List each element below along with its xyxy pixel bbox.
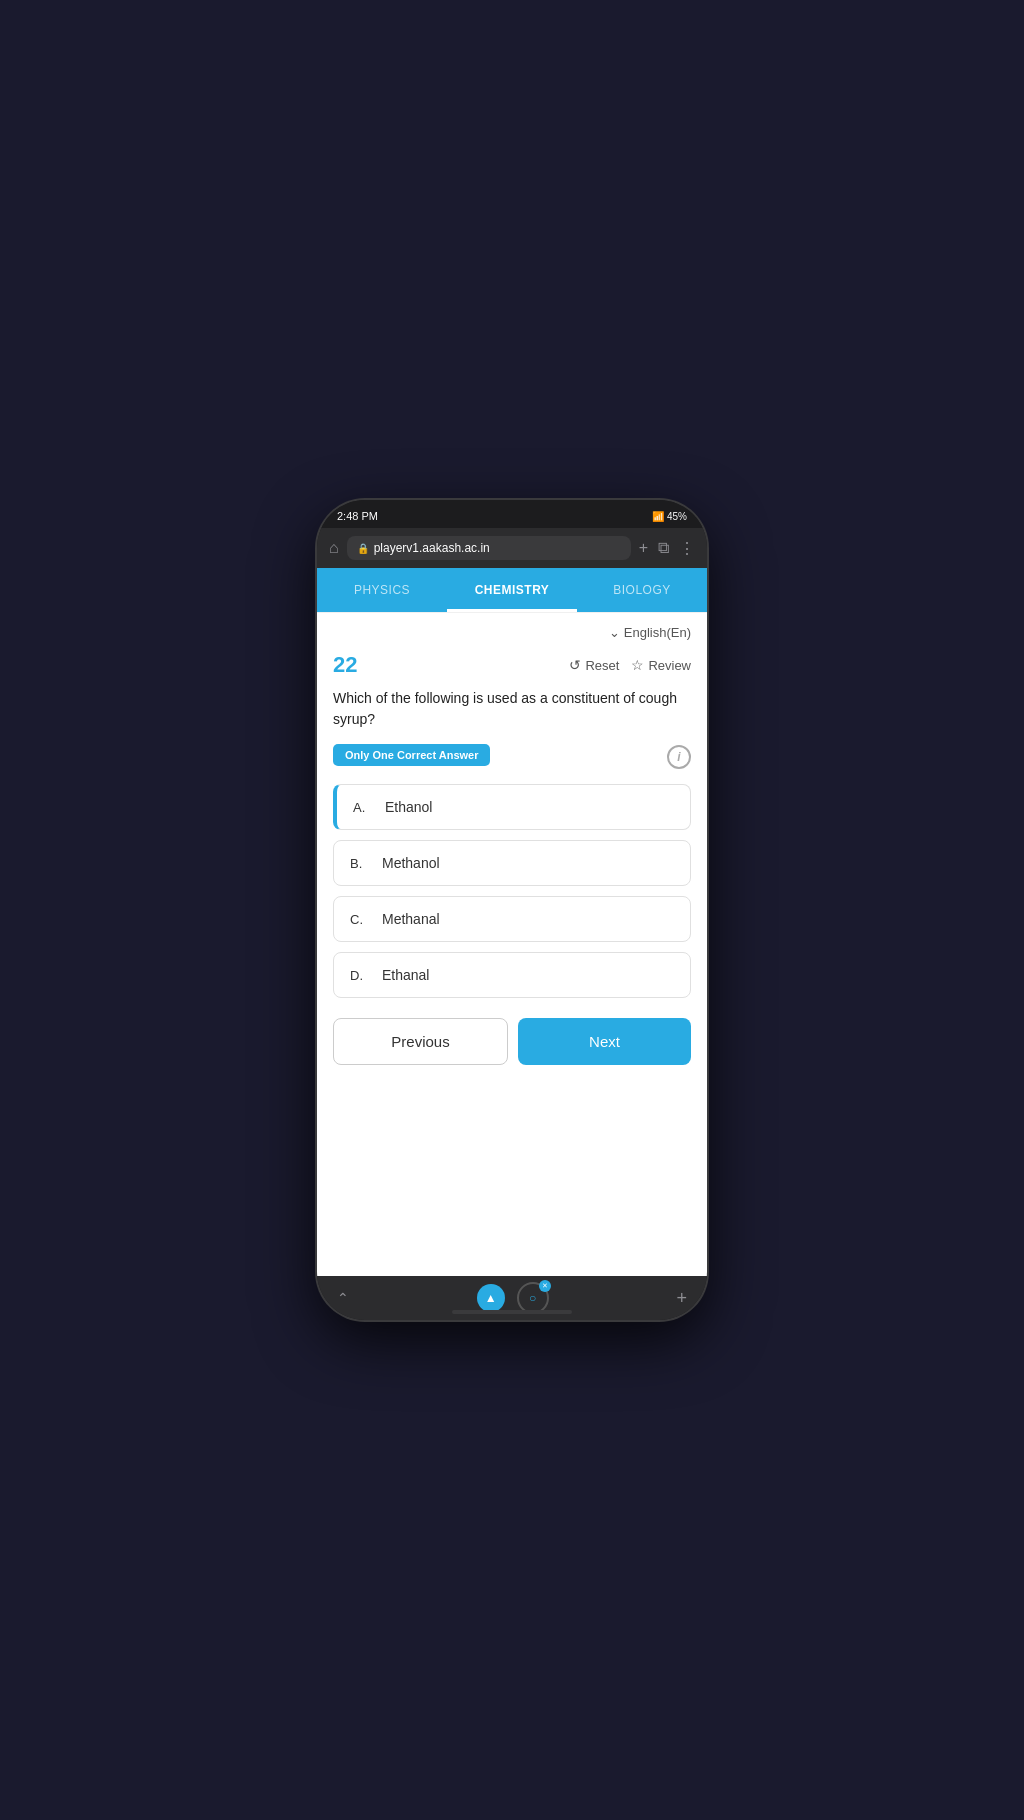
option-c[interactable]: C. Methanal bbox=[333, 896, 691, 942]
battery-level: 45% bbox=[667, 511, 687, 522]
url-box[interactable]: 🔒 playerv1.aakash.ac.in bbox=[347, 536, 631, 560]
back-chevron-icon[interactable]: ⌃ bbox=[337, 1290, 349, 1306]
option-b-label: B. bbox=[350, 856, 370, 871]
option-a-text: Ethanol bbox=[385, 799, 432, 815]
star-icon: ☆ bbox=[631, 657, 644, 673]
status-icons: 📶 45% bbox=[652, 511, 687, 522]
option-a-label: A. bbox=[353, 800, 373, 815]
new-tab-icon[interactable]: + bbox=[639, 539, 648, 558]
status-bar: 2:48 PM 📶 45% bbox=[317, 500, 707, 528]
bluetooth-icon: 📶 bbox=[652, 511, 664, 522]
option-c-label: C. bbox=[350, 912, 370, 927]
question-header: 22 ↺ Reset ☆ Review bbox=[333, 652, 691, 678]
question-number: 22 bbox=[333, 652, 357, 678]
home-indicator bbox=[452, 1310, 572, 1314]
option-d-label: D. bbox=[350, 968, 370, 983]
close-badge-icon: ✕ bbox=[539, 1280, 551, 1292]
option-b-text: Methanol bbox=[382, 855, 440, 871]
language-label: English(En) bbox=[624, 625, 691, 640]
review-button[interactable]: ☆ Review bbox=[631, 657, 691, 673]
option-d[interactable]: D. Ethanal bbox=[333, 952, 691, 998]
content-area: ⌄ English(En) 22 ↺ Reset ☆ Review bbox=[317, 613, 707, 1097]
options-list: A. Ethanol B. Methanol C. Methanal D. Et… bbox=[333, 784, 691, 998]
option-a[interactable]: A. Ethanol bbox=[333, 784, 691, 830]
browser-bar: ⌂ 🔒 playerv1.aakash.ac.in + ⧉ ⋮ bbox=[317, 528, 707, 568]
lock-icon: 🔒 bbox=[357, 543, 369, 554]
menu-icon[interactable]: ⋮ bbox=[679, 539, 695, 558]
chevron-down-icon: ⌄ bbox=[609, 625, 620, 640]
tab-biology[interactable]: BIOLOGY bbox=[577, 568, 707, 612]
option-b[interactable]: B. Methanol bbox=[333, 840, 691, 886]
browser-actions: + ⧉ ⋮ bbox=[639, 539, 695, 558]
previous-button[interactable]: Previous bbox=[333, 1018, 508, 1065]
tab-chemistry[interactable]: CHEMISTRY bbox=[447, 568, 577, 612]
tab-physics[interactable]: PHYSICS bbox=[317, 568, 447, 612]
url-text: playerv1.aakash.ac.in bbox=[374, 541, 621, 555]
tabs-icon[interactable]: ⧉ bbox=[658, 539, 669, 558]
phone-shell: 2:48 PM 📶 45% ⌂ 🔒 playerv1.aakash.ac.in … bbox=[317, 500, 707, 1320]
add-icon[interactable]: + bbox=[676, 1288, 687, 1309]
answer-type-badge: Only One Correct Answer bbox=[333, 744, 490, 766]
option-c-text: Methanal bbox=[382, 911, 440, 927]
question-actions: ↺ Reset ☆ Review bbox=[569, 657, 691, 673]
badge-row: Only One Correct Answer i bbox=[333, 744, 691, 770]
nav-buttons: Previous Next bbox=[333, 1018, 691, 1065]
question-text: Which of the following is used as a cons… bbox=[333, 688, 691, 730]
screen-content: PHYSICS CHEMISTRY BIOLOGY ⌄ English(En) … bbox=[317, 568, 707, 1276]
home-icon[interactable]: ⌂ bbox=[329, 539, 339, 557]
aakash-icon[interactable]: ▲ bbox=[477, 1284, 505, 1312]
info-icon[interactable]: i bbox=[667, 745, 691, 769]
option-d-text: Ethanal bbox=[382, 967, 429, 983]
reset-button[interactable]: ↺ Reset bbox=[569, 657, 619, 673]
status-time: 2:48 PM bbox=[337, 510, 378, 522]
language-selector[interactable]: ⌄ English(En) bbox=[333, 625, 691, 640]
reset-icon: ↺ bbox=[569, 657, 581, 673]
subject-tabs: PHYSICS CHEMISTRY BIOLOGY bbox=[317, 568, 707, 612]
next-button[interactable]: Next bbox=[518, 1018, 691, 1065]
